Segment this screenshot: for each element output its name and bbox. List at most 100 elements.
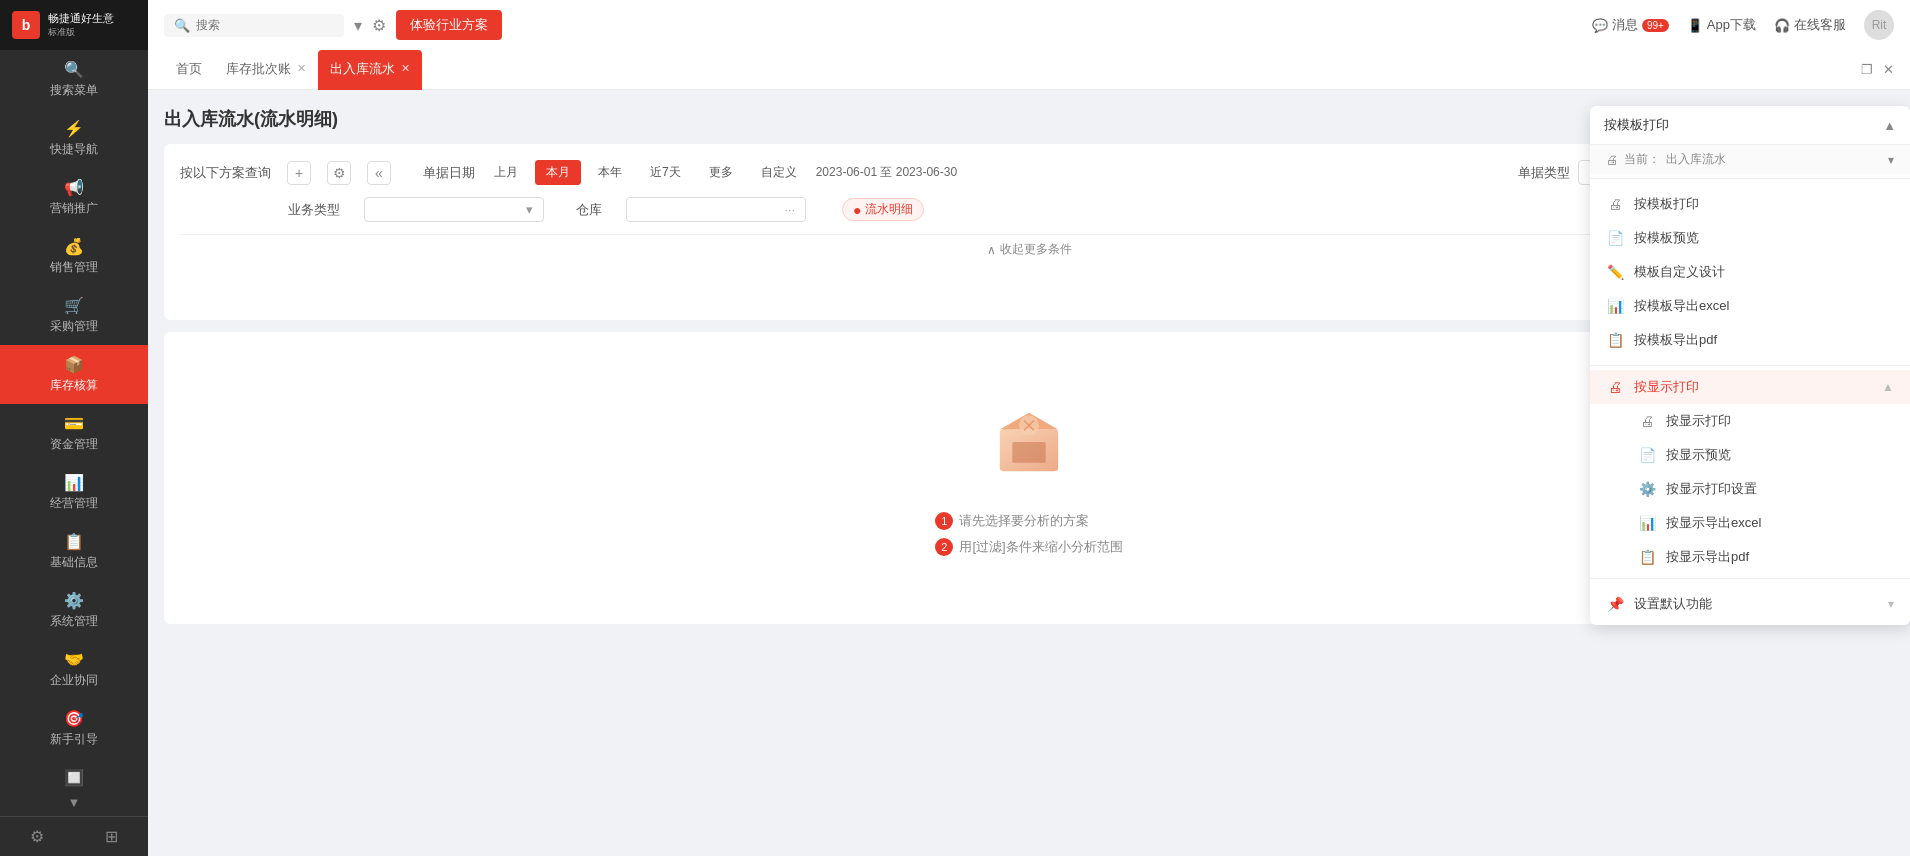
trial-industry-button[interactable]: 体验行业方案 xyxy=(396,10,502,40)
current-item-arrow[interactable]: ▾ xyxy=(1888,153,1894,167)
app-name: 畅捷通好生意 xyxy=(48,11,114,25)
online-support-label: 在线客服 xyxy=(1794,16,1846,34)
tab-batch-label: 库存批次账 xyxy=(226,60,291,78)
dropdown-header: 按模板打印 ▲ xyxy=(1590,106,1910,145)
design-icon: ✏️ xyxy=(1606,264,1624,280)
restore-icon[interactable]: ❐ xyxy=(1861,62,1873,77)
step-1-text: 请先选择要分析的方案 xyxy=(959,512,1089,530)
sidebar-item-system[interactable]: ⚙️ 系统管理 xyxy=(0,581,148,640)
dd-display-print-settings-label: 按显示打印设置 xyxy=(1666,480,1757,498)
sidebar-item-basic[interactable]: 📋 基础信息 xyxy=(0,522,148,581)
dd-template-preview[interactable]: 📄 按模板预览 xyxy=(1590,221,1910,255)
message-icon: 💬 xyxy=(1592,18,1608,33)
dd-display-preview[interactable]: 📄 按显示预览 xyxy=(1610,438,1910,472)
filter-add-button[interactable]: + xyxy=(287,161,311,185)
date-tag-last-month[interactable]: 上月 xyxy=(483,160,529,185)
condition-tag[interactable]: ● 流水明细 xyxy=(842,198,924,221)
header-dropdown-icon[interactable]: ▾ xyxy=(354,16,362,35)
settings-gear-icon[interactable]: ⚙ xyxy=(30,827,44,846)
app-badge: 标准版 xyxy=(48,26,114,39)
dd-display-export-pdf[interactable]: 📋 按显示导出pdf xyxy=(1610,540,1910,574)
sidebar-scroll-down[interactable]: ▼ xyxy=(0,789,148,816)
online-support-item[interactable]: 🎧 在线客服 xyxy=(1774,16,1846,34)
tab-batch-close-icon[interactable]: ✕ xyxy=(297,62,306,75)
page-title: 出入库流水(流水明细) xyxy=(164,107,338,131)
filter-collapse-button[interactable]: « xyxy=(367,161,391,185)
dd-set-default-label: 设置默认功能 xyxy=(1634,595,1712,613)
condition-tag-label: 流水明细 xyxy=(865,201,913,218)
printer-small-icon: 🖨 xyxy=(1606,153,1618,167)
dd-template-export-pdf[interactable]: 📋 按模板导出pdf xyxy=(1590,323,1910,357)
dd-template-export-pdf-label: 按模板导出pdf xyxy=(1634,331,1717,349)
phone-icon: 📱 xyxy=(1687,18,1703,33)
sidebar-item-inventory[interactable]: 📦 库存核算 xyxy=(0,345,148,404)
sidebar-item-sales[interactable]: 💰 销售管理 xyxy=(0,227,148,286)
dd-set-default[interactable]: 📌 设置默认功能 ▾ xyxy=(1590,587,1910,621)
tab-flow[interactable]: 出入库流水 ✕ xyxy=(318,50,422,90)
sidebar-item-app-center[interactable]: 🔲 应用中心 xyxy=(0,758,148,789)
dd-display-print-header[interactable]: 🖨 按显示打印 ▲ xyxy=(1590,370,1910,404)
header-left: 🔍 ▾ ⚙ 体验行业方案 xyxy=(164,10,502,40)
sidebar-label-system: 系统管理 xyxy=(50,613,98,630)
newbie-icon: 🎯 xyxy=(64,709,84,728)
dd-template-print[interactable]: 🖨 按模板打印 xyxy=(1590,187,1910,221)
sidebar-label-enterprise: 企业协同 xyxy=(50,672,98,689)
user-name: Rit xyxy=(1872,18,1887,32)
date-tag-current-month[interactable]: 本月 xyxy=(535,160,581,185)
headset-icon: 🎧 xyxy=(1774,18,1790,33)
display-print-sub: 🖨 按显示打印 📄 按显示预览 ⚙️ 按显示打印设置 📊 按显示导出excel … xyxy=(1590,404,1910,574)
avatar[interactable]: Rit xyxy=(1864,10,1894,40)
sidebar-item-enterprise[interactable]: 🤝 企业协同 xyxy=(0,640,148,699)
search-input[interactable] xyxy=(196,18,316,32)
sidebar-item-search-menu[interactable]: 🔍 搜索菜单 xyxy=(0,50,148,109)
dropdown-close-icon[interactable]: ▲ xyxy=(1883,118,1896,133)
current-item-label: 当前： xyxy=(1624,151,1660,168)
sidebar-collapse-icon[interactable]: ⊞ xyxy=(105,827,118,846)
dd-display-print-settings[interactable]: ⚙️ 按显示打印设置 xyxy=(1610,472,1910,506)
close-icon[interactable]: ✕ xyxy=(1883,62,1894,77)
warehouse-select[interactable]: ··· xyxy=(626,197,806,222)
empty-steps-list: 1 请先选择要分析的方案 2 用[过滤]条件来缩小分析范围 xyxy=(935,512,1122,564)
sidebar-item-finance[interactable]: 💳 资金管理 xyxy=(0,404,148,463)
dd-display-export-excel[interactable]: 📊 按显示导出excel xyxy=(1610,506,1910,540)
chevron-up-small-icon: ▲ xyxy=(1882,380,1894,394)
date-filter-label: 单据日期 xyxy=(423,164,475,182)
date-filter-tags: 上月 本月 本年 近7天 更多 自定义 xyxy=(483,160,808,185)
current-item-value: 出入库流水 xyxy=(1666,151,1726,168)
filter-settings-button[interactable]: ⚙ xyxy=(327,161,351,185)
app-center-icon: 🔲 xyxy=(64,768,84,787)
sidebar-label-quick-nav: 快捷导航 xyxy=(50,141,98,158)
empty-step-1: 1 请先选择要分析的方案 xyxy=(935,512,1122,530)
display-excel-icon: 📊 xyxy=(1638,515,1656,531)
tab-home[interactable]: 首页 xyxy=(164,50,214,90)
sidebar-item-marketing[interactable]: 📢 营销推广 xyxy=(0,168,148,227)
app-download-item[interactable]: 📱 App下载 xyxy=(1687,16,1756,34)
dd-template-export-excel[interactable]: 📊 按模板导出excel xyxy=(1590,289,1910,323)
header-search-box[interactable]: 🔍 xyxy=(164,14,344,37)
empty-step-2: 2 用[过滤]条件来缩小分析范围 xyxy=(935,538,1122,556)
logo-icon: b xyxy=(12,11,40,39)
operation-icon: 📊 xyxy=(64,473,84,492)
date-tag-current-year[interactable]: 本年 xyxy=(587,160,633,185)
sidebar-item-purchase[interactable]: 🛒 采购管理 xyxy=(0,286,148,345)
search-icon: 🔍 xyxy=(174,18,190,33)
date-tag-last-7-days[interactable]: 近7天 xyxy=(639,160,692,185)
sidebar-item-quick-nav[interactable]: ⚡ 快捷导航 xyxy=(0,109,148,168)
dd-display-print[interactable]: 🖨 按显示打印 xyxy=(1610,404,1910,438)
header-settings-icon[interactable]: ⚙ xyxy=(372,16,386,35)
tab-flow-label: 出入库流水 xyxy=(330,60,395,78)
dd-template-custom[interactable]: ✏️ 模板自定义设计 xyxy=(1590,255,1910,289)
tab-batch[interactable]: 库存批次账 ✕ xyxy=(214,50,318,90)
date-tag-custom[interactable]: 自定义 xyxy=(750,160,808,185)
sidebar-item-newbie[interactable]: 🎯 新手引导 xyxy=(0,699,148,758)
sidebar-item-operation[interactable]: 📊 经营管理 xyxy=(0,463,148,522)
sidebar-label-marketing: 营销推广 xyxy=(50,200,98,217)
date-tag-more[interactable]: 更多 xyxy=(698,160,744,185)
biz-type-select[interactable]: ▾ xyxy=(364,197,544,222)
current-item-row: 🖨 当前： 出入库流水 ▾ xyxy=(1590,145,1910,174)
tab-flow-close-icon[interactable]: ✕ xyxy=(401,62,410,75)
message-item[interactable]: 💬 消息 99+ xyxy=(1592,16,1669,34)
finance-icon: 💳 xyxy=(64,414,84,433)
pin-icon: 📌 xyxy=(1606,596,1624,612)
warehouse-label: 仓库 xyxy=(576,201,602,219)
